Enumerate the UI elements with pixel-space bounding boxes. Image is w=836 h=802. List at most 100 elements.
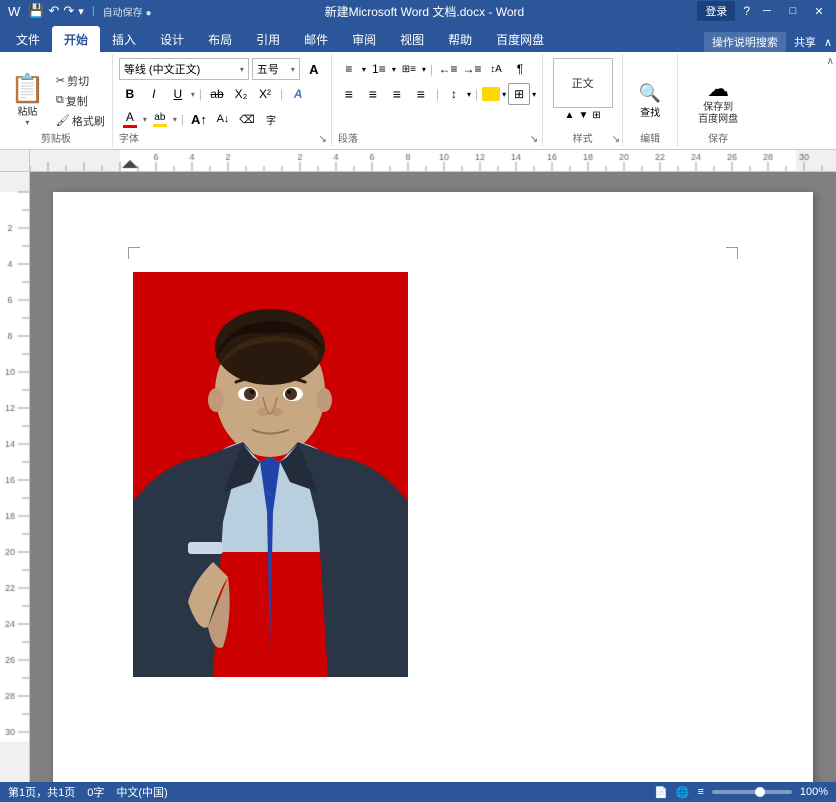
close-btn[interactable]: ✕ <box>810 2 828 20</box>
shading-arrow[interactable]: ▾ <box>502 90 506 99</box>
view-web-btn[interactable]: 🌐 <box>676 786 690 799</box>
save-quick-btn[interactable]: 💾 <box>28 3 44 19</box>
zoom-slider[interactable] <box>712 790 792 794</box>
font-name-value: 等线 (中文正文) <box>124 61 200 77</box>
increase-font-btn[interactable]: A↑ <box>188 108 210 130</box>
save-cloud-label: 保存到百度网盘 <box>698 102 738 126</box>
copy-button[interactable]: ⧉ 复制 <box>53 92 108 110</box>
ruler-canvas <box>30 150 836 171</box>
para-expand-btn[interactable]: ↘ <box>530 134 538 145</box>
highlight-color <box>153 124 167 127</box>
line-spacing-btn[interactable]: ↕ <box>443 83 465 105</box>
login-button[interactable]: 登录 <box>697 1 735 21</box>
minimize-btn[interactable]: ─ <box>758 2 776 20</box>
tab-view[interactable]: 视图 <box>388 26 436 52</box>
search-icon: 🔍 <box>639 83 661 104</box>
font-expand-btn[interactable]: ↘ <box>318 134 326 145</box>
increase-indent-btn[interactable]: →≡ <box>461 58 483 80</box>
styles-box[interactable]: 正文 <box>553 58 613 108</box>
person-svg <box>133 272 408 677</box>
clear-all-fmt-btn[interactable]: ⌫ <box>236 108 258 130</box>
font-a-letter: A <box>126 110 134 124</box>
title-separator: | <box>92 5 95 17</box>
font-name-dropdown[interactable]: 等线 (中文正文) ▾ <box>119 58 249 80</box>
document-area[interactable] <box>30 172 836 782</box>
font-color-btn[interactable]: A <box>119 108 141 130</box>
styles-expand-arrow[interactable]: ⊞ <box>592 110 600 121</box>
tab-baidu[interactable]: 百度网盘 <box>484 26 556 52</box>
tab-help[interactable]: 帮助 <box>436 26 484 52</box>
borders-arrow[interactable]: ▾ <box>532 90 536 99</box>
styles-up-arrow[interactable]: ▲ <box>565 110 575 121</box>
para-group-label: 段落 <box>338 130 358 145</box>
expand-icon: ∧ <box>827 56 834 67</box>
undo-btn[interactable]: ↶ <box>48 3 59 19</box>
share-button[interactable]: 共享 <box>794 34 816 50</box>
tab-review[interactable]: 审阅 <box>340 26 388 52</box>
tab-file[interactable]: 文件 <box>4 26 52 52</box>
zoom-level[interactable]: 100% <box>800 786 828 798</box>
highlight-arrow[interactable]: ▾ <box>173 115 177 124</box>
ribbon-expand-btn[interactable]: ∧ <box>825 54 836 147</box>
numbered-arrow[interactable]: ▾ <box>392 65 396 74</box>
tab-references[interactable]: 引用 <box>244 26 292 52</box>
restore-btn[interactable]: □ <box>784 2 802 20</box>
align-right-btn[interactable]: ≡ <box>386 83 408 105</box>
tab-home[interactable]: 开始 <box>52 26 100 52</box>
styles-down-arrow[interactable]: ▼ <box>578 110 588 121</box>
borders-btn[interactable]: ⊞ <box>508 83 530 105</box>
find-label: 查找 <box>640 104 660 119</box>
view-outline-btn[interactable]: ≡ <box>697 786 703 798</box>
subscript-btn[interactable]: X₂ <box>230 83 252 105</box>
align-left-btn[interactable]: ≡ <box>338 83 360 105</box>
save-group-label: 保存 <box>678 130 758 145</box>
highlight-btn[interactable]: ab <box>149 108 171 130</box>
strikethrough-btn[interactable]: ab <box>206 83 228 105</box>
vertical-ruler <box>0 172 30 782</box>
format-painter-button[interactable]: 🖌 格式刷 <box>53 112 108 130</box>
multilevel-list-btn[interactable]: ⊞≡ <box>398 58 420 80</box>
bullet-arrow[interactable]: ▾ <box>362 65 366 74</box>
decrease-font-btn[interactable]: A↓ <box>212 108 234 130</box>
bold-button[interactable]: B <box>119 83 141 105</box>
customize-btn[interactable]: ▾ <box>78 5 84 18</box>
redo-btn[interactable]: ↷ <box>63 3 74 19</box>
text-effect-btn[interactable]: A <box>287 83 309 105</box>
phonetic-btn[interactable]: 字 <box>260 108 282 130</box>
numbered-list-btn[interactable]: 1≡ <box>368 58 390 80</box>
bullet-list-btn[interactable]: ≡ <box>338 58 360 80</box>
multilevel-arrow[interactable]: ▾ <box>422 65 426 74</box>
underline-button[interactable]: U <box>167 83 189 105</box>
italic-button[interactable]: I <box>143 83 165 105</box>
edit-content: 🔍 查找 <box>639 83 661 119</box>
page-info: 第1页，共1页 <box>8 784 75 800</box>
scissors-icon: ✂ <box>56 74 65 87</box>
show-marks-btn[interactable]: ¶ <box>509 58 531 80</box>
document-image[interactable] <box>133 272 408 677</box>
sort-btn[interactable]: ↕A <box>485 58 507 80</box>
superscript-btn[interactable]: X² <box>254 83 276 105</box>
font-color-arrow[interactable]: ▾ <box>143 115 147 124</box>
tab-insert[interactable]: 插入 <box>100 26 148 52</box>
feature-search[interactable]: 操作说明搜索 <box>704 32 786 52</box>
styles-expand-btn[interactable]: ↘ <box>612 134 620 145</box>
view-normal-btn[interactable]: 📄 <box>654 786 668 799</box>
save-to-cloud-btn[interactable]: ☁ 保存到百度网盘 <box>698 76 738 126</box>
underline-dropdown[interactable]: ▾ <box>191 90 195 99</box>
decrease-indent-btn[interactable]: ←≡ <box>437 58 459 80</box>
clear-format-btn[interactable]: A <box>303 58 325 80</box>
ribbon-collapse-btn[interactable]: ∧ <box>824 36 832 49</box>
font-size-dropdown[interactable]: 五号 ▾ <box>252 58 300 80</box>
clipboard-group: 📋 粘贴 ▾ ✂ 剪切 ⧉ 复制 🖌 格式刷 剪贴板 <box>0 54 113 147</box>
shading-btn[interactable] <box>482 87 500 101</box>
tab-layout[interactable]: 布局 <box>196 26 244 52</box>
paste-button[interactable]: 📋 粘贴 ▾ <box>4 71 51 131</box>
tab-design[interactable]: 设计 <box>148 26 196 52</box>
align-center-btn[interactable]: ≡ <box>362 83 384 105</box>
cut-button[interactable]: ✂ 剪切 <box>53 72 108 90</box>
tab-mailings[interactable]: 邮件 <box>292 26 340 52</box>
justify-btn[interactable]: ≡ <box>410 83 432 105</box>
help-btn[interactable]: ? <box>743 4 750 18</box>
find-button[interactable]: 🔍 查找 <box>639 83 661 119</box>
spacing-arrow[interactable]: ▾ <box>467 90 471 99</box>
